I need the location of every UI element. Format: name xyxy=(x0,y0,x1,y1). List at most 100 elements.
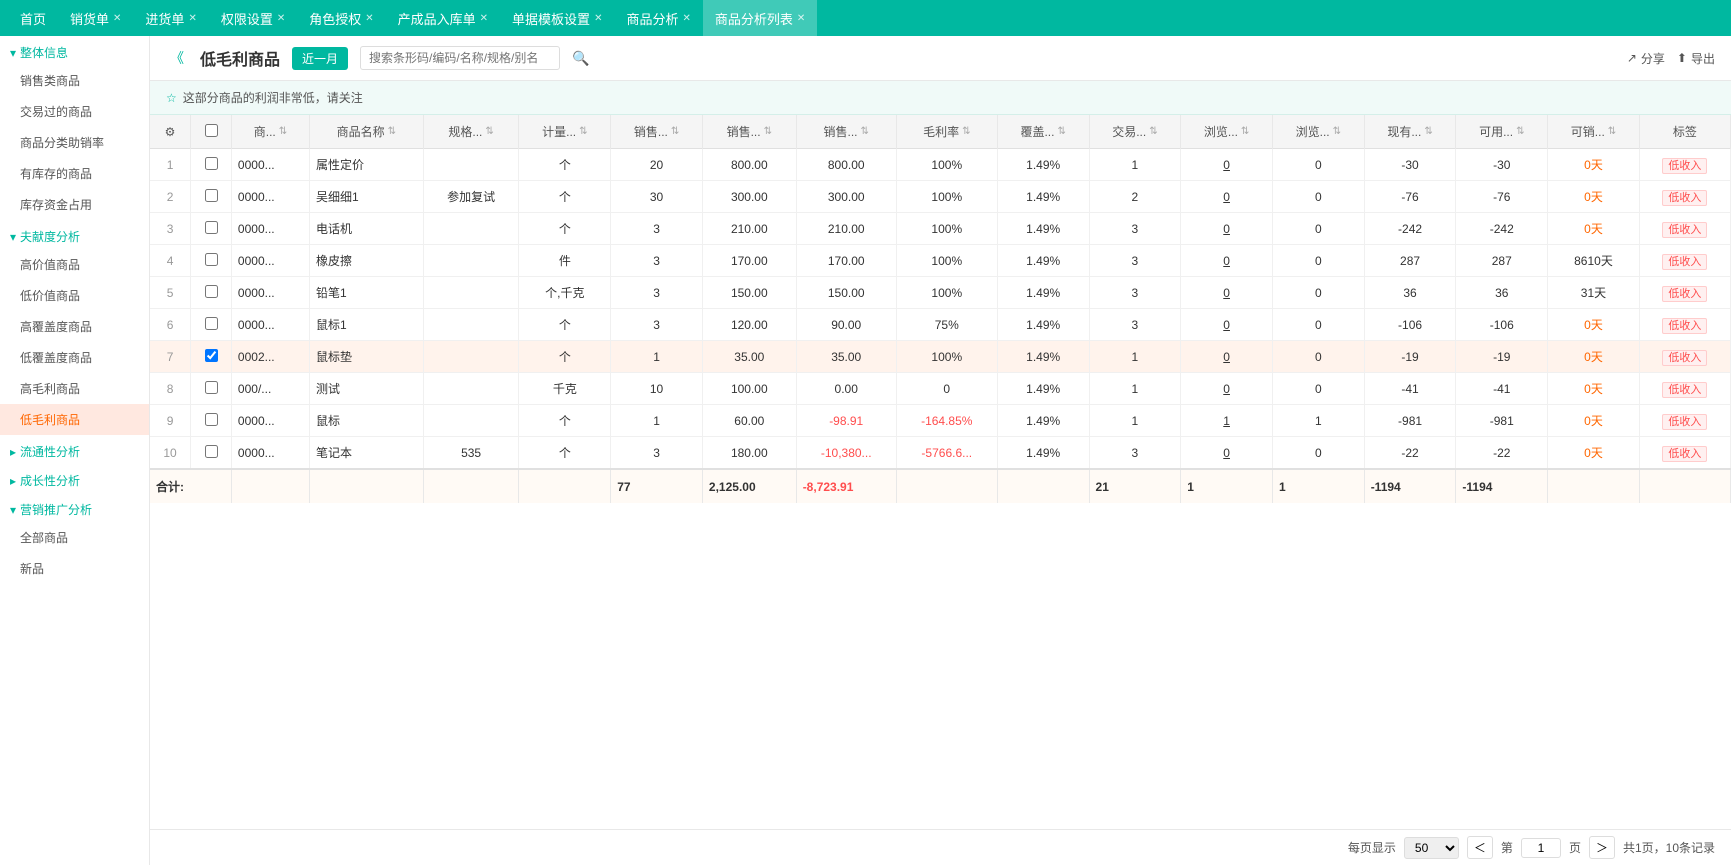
close-icon[interactable]: ✕ xyxy=(594,13,602,24)
row-checkbox[interactable] xyxy=(205,157,218,170)
row-checkbox-cell[interactable] xyxy=(191,437,232,470)
row-checkbox[interactable] xyxy=(205,445,218,458)
row-checkbox-cell[interactable] xyxy=(191,405,232,437)
row-browse1[interactable]: 1 xyxy=(1181,405,1273,437)
sidebar-item-stock-capital[interactable]: 库存资金占用 xyxy=(0,189,149,220)
nav-home[interactable]: 首页 xyxy=(8,0,58,36)
export-button[interactable]: ⬆ 导出 xyxy=(1677,50,1715,67)
nav-product-analysis-list[interactable]: 商品分析列表 ✕ xyxy=(703,0,817,36)
col-coverage[interactable]: 覆盖...⇅ xyxy=(997,115,1089,149)
row-transaction: 3 xyxy=(1089,437,1181,470)
col-tag[interactable]: 标签 xyxy=(1639,115,1730,149)
table-container[interactable]: ⚙ 商...⇅ 商品名称⇅ 规格...⇅ 计量...⇅ 销售...⇅ 销售...… xyxy=(150,115,1731,829)
sidebar-group-liquidity[interactable]: ▸ 流通性分析 xyxy=(0,435,149,464)
col-current-stock[interactable]: 现有...⇅ xyxy=(1364,115,1456,149)
sidebar-item-stocked-goods[interactable]: 有库存的商品 xyxy=(0,158,149,189)
row-coverage: 1.49% xyxy=(997,245,1089,277)
col-spec[interactable]: 规格...⇅ xyxy=(423,115,519,149)
sidebar-item-low-margin[interactable]: 低毛利商品 xyxy=(0,404,149,435)
col-browse1[interactable]: 浏览...⇅ xyxy=(1181,115,1273,149)
nav-product-entry[interactable]: 产成品入库单 ✕ xyxy=(386,0,500,36)
row-checkbox-cell[interactable] xyxy=(191,149,232,181)
col-gross-margin[interactable]: 毛利率⇅ xyxy=(896,115,997,149)
row-browse1[interactable]: 0 xyxy=(1181,277,1273,309)
row-browse1[interactable]: 0 xyxy=(1181,373,1273,405)
col-settings[interactable]: ⚙ xyxy=(150,115,191,149)
row-checkbox-cell[interactable] xyxy=(191,213,232,245)
row-browse1[interactable]: 0 xyxy=(1181,437,1273,470)
col-name[interactable]: 商品名称⇅ xyxy=(309,115,423,149)
col-browse2[interactable]: 浏览...⇅ xyxy=(1272,115,1364,149)
sidebar-group-growth[interactable]: ▸ 成长性分析 xyxy=(0,464,149,493)
share-button[interactable]: ↗ 分享 xyxy=(1627,50,1665,67)
row-checkbox-cell[interactable] xyxy=(191,245,232,277)
sidebar-item-low-coverage[interactable]: 低覆盖度商品 xyxy=(0,342,149,373)
nav-product-analysis[interactable]: 商品分析 ✕ xyxy=(614,0,702,36)
row-browse1[interactable]: 0 xyxy=(1181,341,1273,373)
row-checkbox[interactable] xyxy=(205,285,218,298)
select-all-checkbox[interactable] xyxy=(205,124,218,137)
row-browse1[interactable]: 0 xyxy=(1181,213,1273,245)
sidebar-collapse-button[interactable]: 《 xyxy=(166,48,188,68)
row-browse1[interactable]: 0 xyxy=(1181,245,1273,277)
sidebar-group-contribution[interactable]: ▾ 夫献度分析 xyxy=(0,220,149,249)
row-browse1[interactable]: 0 xyxy=(1181,181,1273,213)
close-icon[interactable]: ✕ xyxy=(188,13,196,24)
nav-sales-order[interactable]: 销货单 ✕ xyxy=(58,0,133,36)
col-checkbox[interactable] xyxy=(191,115,232,149)
sidebar-group-overview[interactable]: ▾ 整体信息 xyxy=(0,36,149,65)
sidebar-item-high-margin[interactable]: 高毛利商品 xyxy=(0,373,149,404)
col-code[interactable]: 商...⇅ xyxy=(231,115,309,149)
close-icon[interactable]: ✕ xyxy=(682,13,690,24)
close-icon[interactable]: ✕ xyxy=(113,13,121,24)
col-saleable[interactable]: 可销...⇅ xyxy=(1548,115,1640,149)
nav-permissions[interactable]: 权限设置 ✕ xyxy=(209,0,297,36)
row-browse1[interactable]: 0 xyxy=(1181,149,1273,181)
row-checkbox-cell[interactable] xyxy=(191,341,232,373)
filter-recent-month-button[interactable]: 近一月 xyxy=(292,47,348,70)
row-checkbox[interactable] xyxy=(205,221,218,234)
search-button[interactable]: 🔍 xyxy=(572,50,589,67)
page-size-select[interactable]: 50 20 100 xyxy=(1404,837,1459,859)
nav-template-settings[interactable]: 单据模板设置 ✕ xyxy=(500,0,614,36)
row-checkbox[interactable] xyxy=(205,317,218,330)
row-checkbox[interactable] xyxy=(205,381,218,394)
sidebar-item-sales-goods[interactable]: 销售类商品 xyxy=(0,65,149,96)
row-checkbox[interactable] xyxy=(205,349,218,362)
row-checkbox-cell[interactable] xyxy=(191,373,232,405)
col-unit[interactable]: 计量...⇅ xyxy=(519,115,611,149)
row-settings: 6 xyxy=(150,309,191,341)
close-icon[interactable]: ✕ xyxy=(365,13,373,24)
row-checkbox-cell[interactable] xyxy=(191,181,232,213)
search-input[interactable] xyxy=(360,46,560,70)
col-sales-profit[interactable]: 销售...⇅ xyxy=(796,115,896,149)
col-sales-qty[interactable]: 销售...⇅ xyxy=(611,115,703,149)
sidebar-item-high-value[interactable]: 高价值商品 xyxy=(0,249,149,280)
sidebar-item-new-goods[interactable]: 新品 xyxy=(0,553,149,584)
sidebar-item-low-value[interactable]: 低价值商品 xyxy=(0,280,149,311)
row-browse1[interactable]: 0 xyxy=(1181,309,1273,341)
nav-role-auth[interactable]: 角色授权 ✕ xyxy=(297,0,385,36)
close-icon[interactable]: ✕ xyxy=(277,13,285,24)
row-sales-profit: 800.00 xyxy=(796,149,896,181)
col-transaction[interactable]: 交易...⇅ xyxy=(1089,115,1181,149)
row-checkbox-cell[interactable] xyxy=(191,277,232,309)
nav-purchase-order[interactable]: 进货单 ✕ xyxy=(133,0,208,36)
page-number-input[interactable] xyxy=(1521,838,1561,858)
close-icon[interactable]: ✕ xyxy=(797,13,805,24)
sidebar-group-marketing[interactable]: ▾ 营销推广分析 xyxy=(0,493,149,522)
sidebar-item-traded-goods[interactable]: 交易过的商品 xyxy=(0,96,149,127)
close-icon[interactable]: ✕ xyxy=(480,13,488,24)
next-page-button[interactable]: ＞ xyxy=(1589,836,1615,859)
col-available[interactable]: 可用...⇅ xyxy=(1456,115,1548,149)
sidebar-item-category-rate[interactable]: 商品分类助销率 xyxy=(0,127,149,158)
row-checkbox[interactable] xyxy=(205,189,218,202)
row-checkbox-cell[interactable] xyxy=(191,309,232,341)
sidebar-item-all-goods[interactable]: 全部商品 xyxy=(0,522,149,553)
sidebar-item-high-coverage[interactable]: 高覆盖度商品 xyxy=(0,311,149,342)
sort-icon: ⇅ xyxy=(1424,126,1432,137)
row-checkbox[interactable] xyxy=(205,413,218,426)
col-sales-amt[interactable]: 销售...⇅ xyxy=(702,115,796,149)
prev-page-button[interactable]: ＜ xyxy=(1467,836,1493,859)
row-checkbox[interactable] xyxy=(205,253,218,266)
